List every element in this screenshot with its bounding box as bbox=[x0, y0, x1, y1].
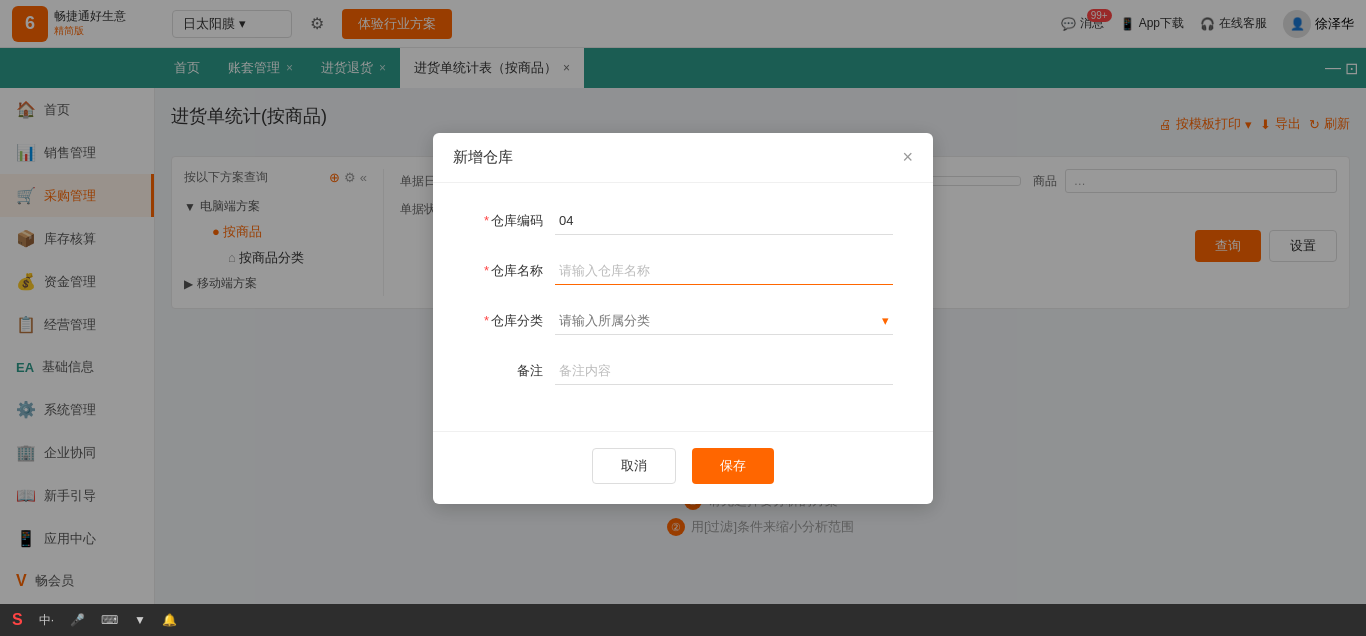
status-mic[interactable]: 🎤 bbox=[70, 613, 85, 627]
name-input[interactable] bbox=[555, 257, 893, 285]
brand-icon: S bbox=[12, 611, 23, 629]
name-label: 仓库名称 bbox=[473, 262, 543, 280]
save-button[interactable]: 保存 bbox=[692, 448, 774, 484]
dialog-close-button[interactable]: × bbox=[902, 147, 913, 168]
status-extra[interactable]: 🔔 bbox=[162, 613, 177, 627]
category-label: 仓库分类 bbox=[473, 312, 543, 330]
status-bar: S 中· 🎤 ⌨ ▼ 🔔 bbox=[0, 604, 1366, 636]
form-row-note: 备注 bbox=[473, 357, 893, 385]
new-warehouse-dialog: 新增仓库 × 仓库编码 仓库名称 仓库分类 ▾ bbox=[433, 133, 933, 504]
category-input[interactable] bbox=[559, 313, 882, 328]
form-row-name: 仓库名称 bbox=[473, 257, 893, 285]
note-label: 备注 bbox=[473, 362, 543, 380]
modal-overlay[interactable]: 新增仓库 × 仓库编码 仓库名称 仓库分类 ▾ bbox=[0, 0, 1366, 636]
dialog-footer: 取消 保存 bbox=[433, 431, 933, 504]
category-dropdown-icon: ▾ bbox=[882, 313, 889, 328]
status-keyboard[interactable]: ⌨ bbox=[101, 613, 118, 627]
category-select-wrapper[interactable]: ▾ bbox=[555, 307, 893, 335]
code-input[interactable] bbox=[555, 207, 893, 235]
dialog-header: 新增仓库 × bbox=[433, 133, 933, 183]
note-input[interactable] bbox=[555, 357, 893, 385]
cancel-button[interactable]: 取消 bbox=[592, 448, 676, 484]
form-row-category: 仓库分类 ▾ bbox=[473, 307, 893, 335]
status-dropdown[interactable]: ▼ bbox=[134, 613, 146, 627]
code-label: 仓库编码 bbox=[473, 212, 543, 230]
form-row-code: 仓库编码 bbox=[473, 207, 893, 235]
dialog-title: 新增仓库 bbox=[453, 148, 513, 167]
dialog-body: 仓库编码 仓库名称 仓库分类 ▾ 备注 bbox=[433, 183, 933, 431]
status-chinese[interactable]: 中· bbox=[39, 612, 54, 629]
